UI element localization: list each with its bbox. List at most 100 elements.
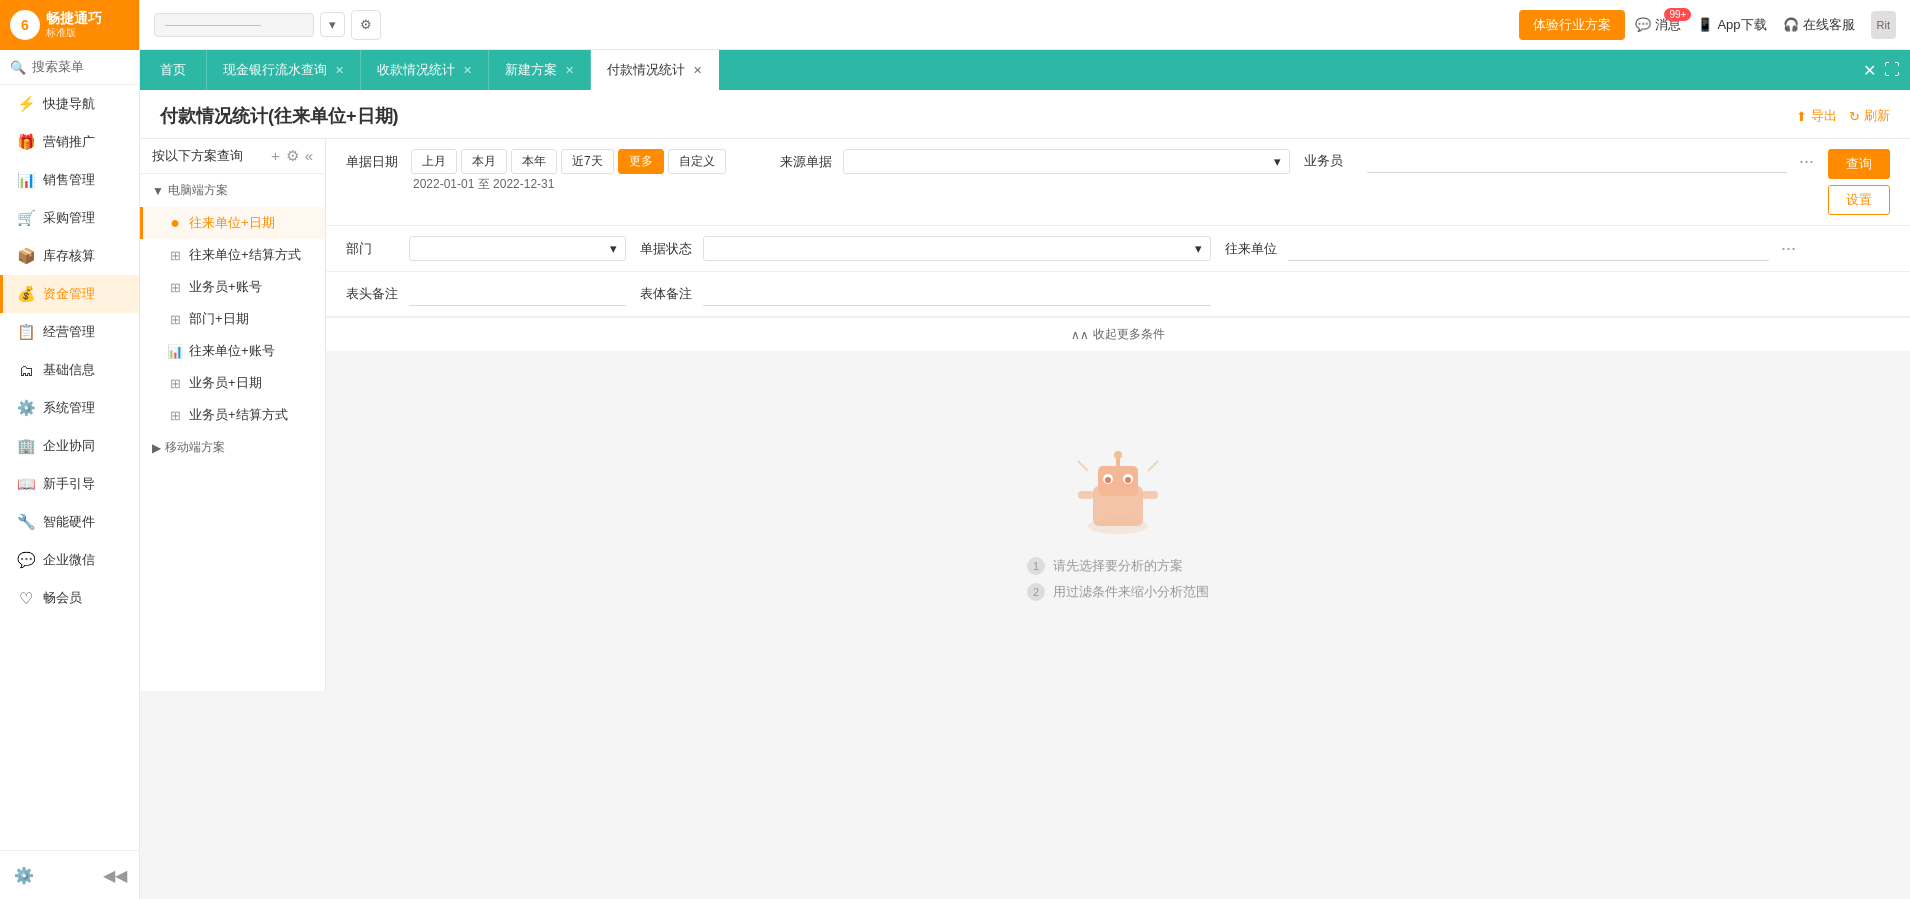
sidebar-item-hardware[interactable]: 🔧 智能硬件: [0, 503, 139, 541]
scheme-item-partner-date[interactable]: ● 往来单位+日期: [140, 207, 325, 239]
tab-cash-flow[interactable]: 现金银行流水查询 ✕: [207, 50, 361, 90]
scheme-grid-icon: ⊞: [167, 247, 183, 263]
filter-header-note-section: 表头备注: [346, 282, 626, 306]
scheme-item-label: 往来单位+日期: [189, 214, 275, 232]
source-dropdown-icon: ▾: [1274, 154, 1281, 169]
sidebar-collapse-icon[interactable]: ◀◀: [101, 861, 129, 889]
scheme-group-desktop-title[interactable]: ▼ 电脑端方案: [140, 174, 325, 207]
header-search-box: ————————: [154, 13, 314, 37]
filter-salesman-section: 业务员 ···: [1304, 149, 1814, 173]
sidebar-item-system[interactable]: ⚙️ 系统管理: [0, 389, 139, 427]
salesman-more-icon[interactable]: ···: [1799, 151, 1814, 172]
export-button[interactable]: ⬆ 导出: [1796, 107, 1837, 125]
main-area: ———————— ▾ ⚙ 体验行业方案 💬 消息 99+ 📱 App下载 🎧 在…: [140, 0, 1910, 899]
scheme-settings-icon[interactable]: ⚙: [286, 147, 299, 165]
svg-rect-9: [1078, 491, 1094, 499]
source-select[interactable]: ▾: [843, 149, 1290, 174]
tab-new-plan[interactable]: 新建方案 ✕: [489, 50, 591, 90]
sidebar-logo-sub: 标准版: [46, 26, 102, 40]
date-last-7days[interactable]: 近7天: [561, 149, 614, 174]
collapse-chevron-icon: ∧∧: [1071, 328, 1089, 342]
sidebar-item-vip[interactable]: ♡ 畅会员: [0, 579, 139, 617]
body-note-input[interactable]: [703, 282, 1211, 306]
sales-icon: 📊: [17, 171, 35, 189]
scheme-item-salesman-date[interactable]: ⊞ 业务员+日期: [140, 367, 325, 399]
dept-dropdown-icon: ▾: [610, 241, 617, 256]
date-label: 单据日期: [346, 149, 401, 171]
scheme-item-salesman-payment[interactable]: ⊞ 业务员+结算方式: [140, 399, 325, 431]
tab-home[interactable]: 首页: [140, 50, 207, 90]
sidebar-item-guide[interactable]: 📖 新手引导: [0, 465, 139, 503]
dept-select[interactable]: ▾: [409, 236, 626, 261]
header-search-value: ————————: [165, 18, 261, 32]
collapse-label: 收起更多条件: [1093, 326, 1165, 343]
sidebar-item-enterprise[interactable]: 🏢 企业协同: [0, 427, 139, 465]
scheme-grid-icon4: ⊞: [167, 375, 183, 391]
export-icon: ⬆: [1796, 109, 1807, 124]
sidebar-item-inventory[interactable]: 📦 库存核算: [0, 237, 139, 275]
scheme-item-dept-date[interactable]: ⊞ 部门+日期: [140, 303, 325, 335]
tip-text-2: 用过滤条件来缩小分析范围: [1053, 583, 1209, 601]
tab-new-plan-close[interactable]: ✕: [565, 64, 574, 77]
sidebar-item-sales[interactable]: 📊 销售管理: [0, 161, 139, 199]
collapse-button[interactable]: ∧∧ 收起更多条件: [326, 317, 1910, 351]
receipt-status-select[interactable]: ▾: [703, 236, 1211, 261]
empty-tip-2: 2 用过滤条件来缩小分析范围: [1027, 583, 1209, 601]
refresh-button[interactable]: ↻ 刷新: [1849, 107, 1890, 125]
query-button[interactable]: 查询: [1828, 149, 1890, 179]
partner-more-icon[interactable]: ···: [1781, 238, 1796, 259]
date-this-year[interactable]: 本年: [511, 149, 557, 174]
trial-button[interactable]: 体验行业方案: [1519, 10, 1625, 40]
scheme-collapse-icon[interactable]: «: [305, 147, 313, 165]
scheme-item-partner-account[interactable]: 📊 往来单位+账号: [140, 335, 325, 367]
sidebar-item-label: 畅会员: [43, 589, 82, 607]
sidebar: 6 畅捷通巧 标准版 🔍 搜索菜单 ⚡ 快捷导航 🎁 营销推广 📊 销售管理 🛒…: [0, 0, 140, 899]
tab-cash-flow-close[interactable]: ✕: [335, 64, 344, 77]
app-download-label: App下载: [1717, 16, 1766, 34]
tab-bar-actions: ✕ ⛶: [1853, 50, 1910, 90]
page-title: 付款情况统计(往来单位+日期): [160, 104, 399, 128]
filter-settings-button[interactable]: 设置: [1828, 185, 1890, 215]
scheme-add-icon[interactable]: +: [271, 147, 280, 165]
sidebar-item-label: 营销推广: [43, 133, 95, 151]
sidebar-item-quick-nav[interactable]: ⚡ 快捷导航: [0, 85, 139, 123]
partner-label: 往来单位: [1225, 240, 1280, 258]
header-online-service[interactable]: 🎧 在线客服: [1783, 16, 1855, 34]
scheme-item-salesman-account[interactable]: ⊞ 业务员+账号: [140, 271, 325, 303]
scheme-item-partner-payment[interactable]: ⊞ 往来单位+结算方式: [140, 239, 325, 271]
sidebar-item-operations[interactable]: 📋 经营管理: [0, 313, 139, 351]
date-last-month[interactable]: 上月: [411, 149, 457, 174]
sidebar-settings-icon[interactable]: ⚙️: [10, 861, 38, 889]
tab-fullscreen-icon[interactable]: ⛶: [1884, 61, 1900, 79]
scheme-group-mobile-title[interactable]: ▶ 移动端方案: [140, 431, 325, 464]
scheme-group-desktop-label: 电脑端方案: [168, 182, 228, 199]
tab-payment[interactable]: 付款情况统计 ✕: [591, 50, 719, 90]
svg-line-11: [1078, 461, 1088, 471]
wechat-icon: 💬: [17, 551, 35, 569]
date-custom[interactable]: 自定义: [668, 149, 726, 174]
tab-close-all-icon[interactable]: ✕: [1863, 61, 1876, 80]
header-settings-button[interactable]: ⚙: [351, 10, 381, 40]
user-avatar[interactable]: Rit: [1871, 11, 1896, 39]
header-app-download[interactable]: 📱 App下载: [1697, 16, 1766, 34]
sidebar-item-marketing[interactable]: 🎁 营销推广: [0, 123, 139, 161]
tab-payment-close[interactable]: ✕: [693, 64, 702, 77]
sidebar-item-purchase[interactable]: 🛒 采购管理: [0, 199, 139, 237]
sidebar-search-item[interactable]: 🔍 搜索菜单: [0, 50, 139, 85]
header-messages[interactable]: 💬 消息 99+: [1635, 16, 1681, 34]
enterprise-icon: 🏢: [17, 437, 35, 455]
header-dropdown-button[interactable]: ▾: [320, 12, 345, 37]
sidebar-item-label: 采购管理: [43, 209, 95, 227]
quick-nav-icon: ⚡: [17, 95, 35, 113]
date-this-month[interactable]: 本月: [461, 149, 507, 174]
empty-tip-1: 1 请先选择要分析的方案: [1027, 557, 1209, 575]
sidebar-item-funds[interactable]: 💰 资金管理: [0, 275, 139, 313]
filter-row-1: 单据日期 上月 本月 本年 近7天 更多 自定义 2022-01-01 至 20…: [326, 139, 1910, 226]
tab-collection[interactable]: 收款情况统计 ✕: [361, 50, 489, 90]
date-more[interactable]: 更多: [618, 149, 664, 174]
tip-num-2: 2: [1027, 583, 1045, 601]
sidebar-item-basics[interactable]: 🗂 基础信息: [0, 351, 139, 389]
sidebar-item-wechat[interactable]: 💬 企业微信: [0, 541, 139, 579]
tab-collection-close[interactable]: ✕: [463, 64, 472, 77]
header-note-input[interactable]: [409, 282, 626, 306]
